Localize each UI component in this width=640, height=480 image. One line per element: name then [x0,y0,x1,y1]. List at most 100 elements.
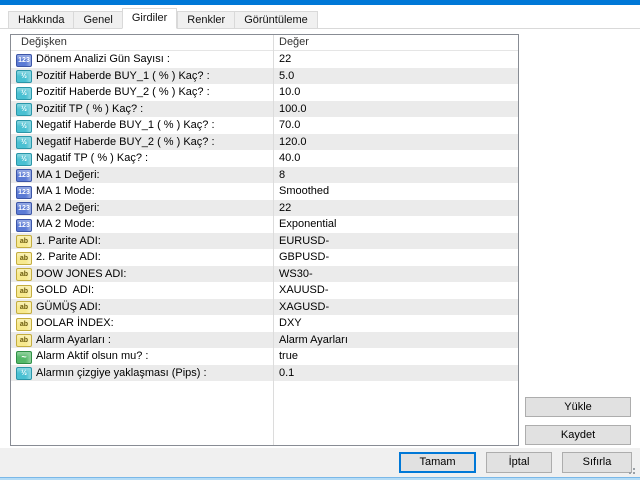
tab-label: Genel [83,14,113,26]
param-value[interactable]: Smoothed [279,183,329,200]
table-row[interactable]: 123 MA 1 Değeri: 8 [11,166,518,184]
param-name: 1. Parite ADI: [36,234,101,247]
titlebar-edge [0,0,640,5]
param-name: Nagatif TP ( % ) Kaç? : [36,152,149,164]
table-row[interactable]: ~ Alarm Aktif olsun mu? : true [11,348,518,365]
table-row[interactable]: ab 1. Parite ADI: EURUSD- [11,232,518,250]
yükle-button[interactable]: Yükle [525,397,631,417]
table-row[interactable]: ab Alarm Ayarları : Alarm Ayarları [11,331,518,349]
tab-girdiler[interactable]: Girdiler [121,8,178,29]
param-value[interactable]: 8 [279,167,285,184]
string-type-icon: ab [16,301,32,314]
int-type-icon: 123 [16,202,32,215]
double-type-icon: ½ [16,119,32,133]
tamam-button[interactable]: Tamam [399,452,476,473]
column-header-value[interactable]: Değer [279,36,309,48]
kaydet-button[interactable]: Kaydet [525,425,631,445]
bool-type-icon: ~ [16,350,32,364]
param-name: 2. Parite ADI: [36,251,101,263]
table-row[interactable]: ½ Pozitif TP ( % ) Kaç? : 100.0 [11,100,518,118]
param-name: GOLD ADI: [36,284,95,296]
table-row[interactable]: 123 MA 1 Mode: Smoothed [11,183,518,200]
string-type-icon: ab [16,284,32,298]
double-type-icon: ½ [16,152,32,166]
param-name: Alarmın çizgiye yaklaşması (Pips) : [36,366,207,379]
param-name: MA 1 Mode: [36,185,95,197]
string-type-icon: ab [16,251,32,265]
param-value[interactable]: 0.1 [279,365,294,382]
param-name: Alarm Aktif olsun mu? : [36,350,149,362]
double-type-icon: ½ [16,86,32,100]
param-value[interactable]: EURUSD- [279,233,329,250]
string-type-icon: ab [16,317,32,331]
tab-label: Görüntüleme [244,14,308,26]
table-row[interactable]: ½ Alarmın çizgiye yaklaşması (Pips) : 0.… [11,364,518,382]
param-value[interactable]: GBPUSD- [279,249,329,266]
resize-grip[interactable] [633,472,635,474]
param-name: DOLAR İNDEX: [36,317,114,329]
double-type-icon: ½ [16,367,32,380]
tab-genel[interactable]: Genel [73,11,122,29]
tab-bar: Hakkında Genel Girdiler Renkler Görüntül… [8,8,318,29]
tab-label: Girdiler [131,12,168,24]
table-row[interactable]: ab DOW JONES ADI: WS30- [11,265,518,283]
tab-görüntüleme[interactable]: Görüntüleme [234,11,318,29]
table-row[interactable]: ab DOLAR İNDEX: DXY [11,315,518,332]
param-name: Negatif Haberde BUY_1 ( % ) Kaç? : [36,119,215,131]
param-value[interactable]: true [279,348,298,365]
param-value[interactable]: DXY [279,315,302,332]
table-row[interactable]: ½ Nagatif TP ( % ) Kaç? : 40.0 [11,150,518,167]
param-value[interactable]: 40.0 [279,150,300,167]
param-value[interactable]: XAUUSD- [279,282,329,299]
string-type-icon: ab [16,334,32,347]
param-name: MA 2 Mode: [36,218,95,230]
table-row[interactable]: ab 2. Parite ADI: GBPUSD- [11,249,518,266]
int-type-icon: 123 [16,169,32,182]
param-value[interactable]: 22 [279,51,291,68]
double-type-icon: ½ [16,136,32,149]
int-type-icon: 123 [16,53,32,67]
param-value[interactable]: 120.0 [279,134,307,151]
table-row[interactable]: ½ Pozitif Haberde BUY_1 ( % ) Kaç? : 5.0 [11,67,518,85]
param-value[interactable]: Alarm Ayarları [279,332,348,349]
param-name: GÜMÜŞ ADI: [36,300,101,313]
param-value[interactable]: 70.0 [279,117,300,134]
param-name: DOW JONES ADI: [36,267,127,280]
table-row[interactable]: ab GÜMÜŞ ADI: XAGUSD- [11,298,518,316]
table-row[interactable]: 123 MA 2 Mode: Exponential [11,216,518,233]
param-name: Negatif Haberde BUY_2 ( % ) Kaç? : [36,135,215,148]
column-header-variable[interactable]: Değişken [21,36,67,48]
param-value[interactable]: WS30- [279,266,313,283]
param-name: Dönem Analizi Gün Sayısı : [36,53,170,65]
param-value[interactable]: 5.0 [279,68,294,85]
side-button-group: Yükle Kaydet [525,397,631,453]
table-row[interactable]: 123 Dönem Analizi Gün Sayısı : 22 [11,51,518,68]
double-type-icon: ½ [16,70,32,83]
table-row[interactable]: ab GOLD ADI: XAUUSD- [11,282,518,299]
sıfırla-button[interactable]: Sıfırla [562,452,632,473]
param-name: MA 2 Değeri: [36,201,100,214]
table-row[interactable]: ½ Negatif Haberde BUY_2 ( % ) Kaç? : 120… [11,133,518,151]
tab-label: Hakkında [18,14,65,26]
table-row[interactable]: 123 MA 2 Değeri: 22 [11,199,518,217]
param-value[interactable]: 100.0 [279,101,307,118]
param-value[interactable]: 10.0 [279,84,300,101]
param-name: Pozitif TP ( % ) Kaç? : [36,102,144,115]
param-name: MA 1 Değeri: [36,168,100,181]
tab-page-inputs: Değişken Değer 123 Dönem Analizi Gün Say… [0,28,640,448]
i̇ptal-button[interactable]: İptal [486,452,552,473]
string-type-icon: ab [16,235,32,248]
int-type-icon: 123 [16,185,32,199]
tab-label: Renkler [187,14,226,26]
string-type-icon: ab [16,268,32,281]
table-row[interactable]: ½ Negatif Haberde BUY_1 ( % ) Kaç? : 70.… [11,117,518,134]
int-type-icon: 123 [16,218,32,232]
column-divider[interactable] [273,35,274,445]
param-name: Alarm Ayarları : [36,333,111,346]
tab-renkler[interactable]: Renkler [177,11,235,29]
table-row[interactable]: ½ Pozitif Haberde BUY_2 ( % ) Kaç? : 10.… [11,84,518,101]
param-value[interactable]: Exponential [279,216,337,233]
tab-hakkında[interactable]: Hakkında [8,11,74,29]
param-value[interactable]: XAGUSD- [279,299,329,316]
param-value[interactable]: 22 [279,200,291,217]
